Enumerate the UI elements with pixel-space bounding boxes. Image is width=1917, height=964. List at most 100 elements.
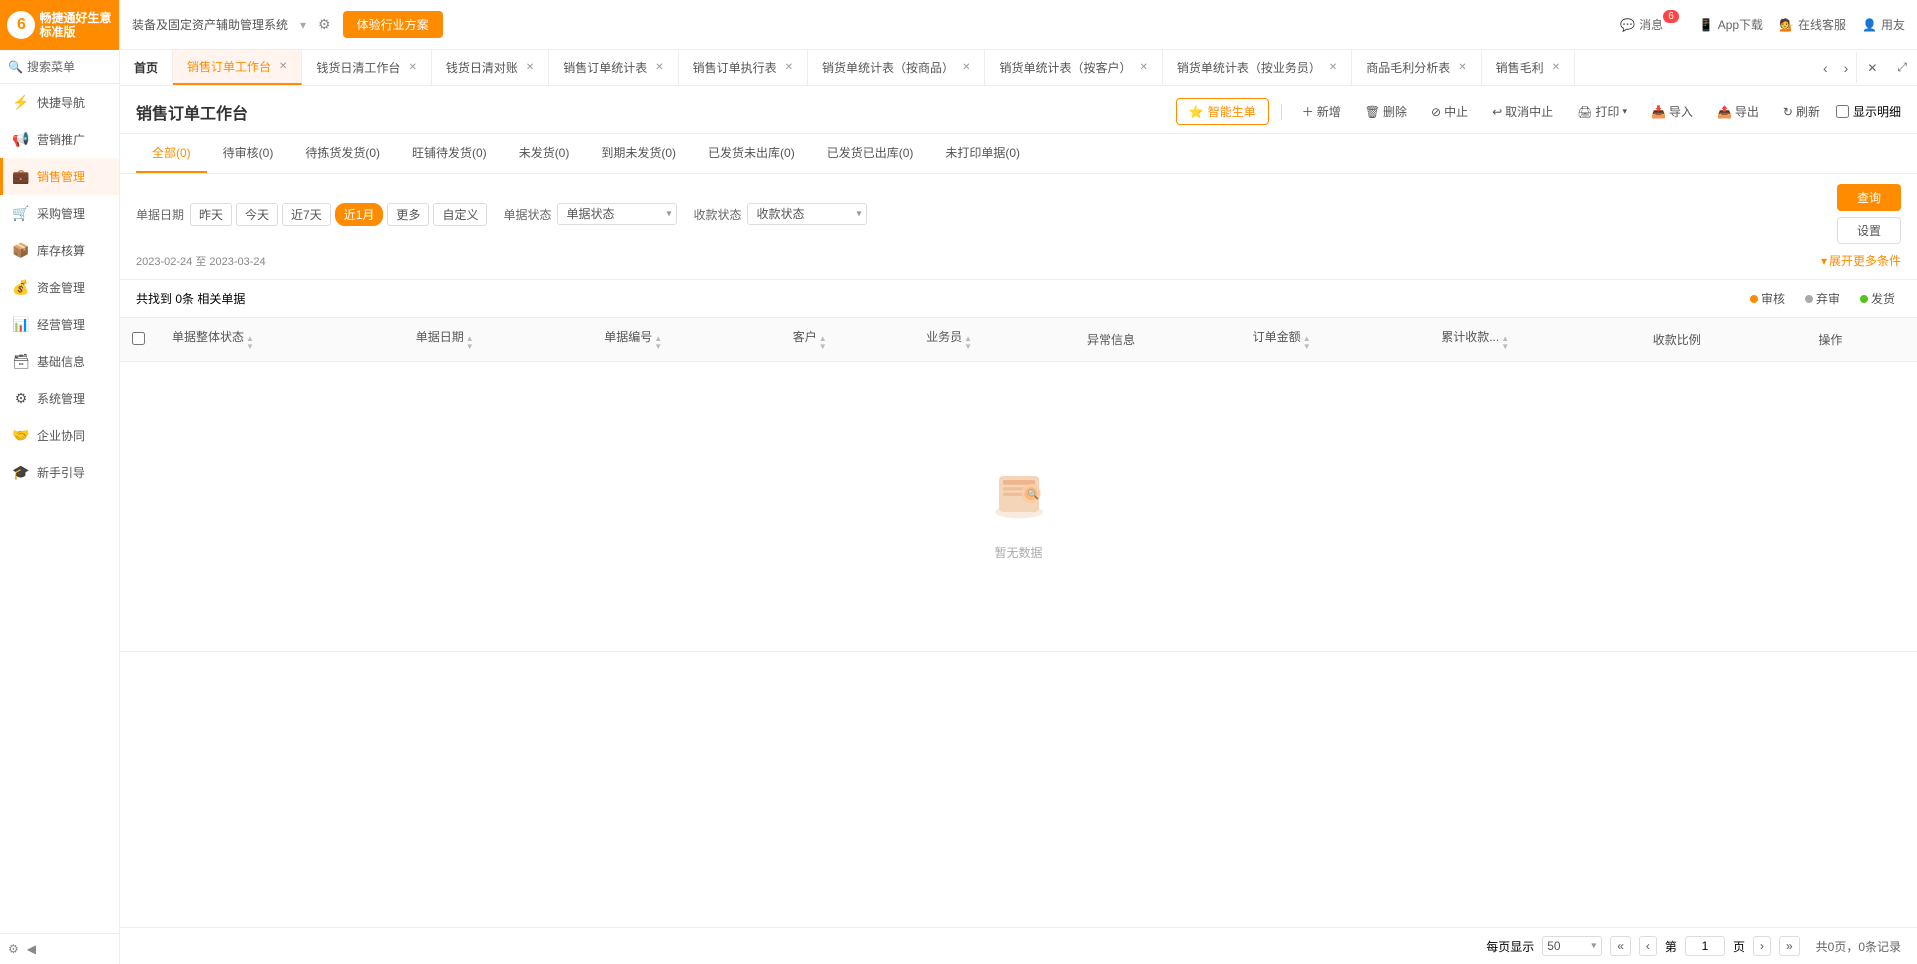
tab-close-sales-stat[interactable]: ✕: [655, 62, 663, 73]
sidebar-item-quick-nav[interactable]: ⚡快捷导航: [0, 84, 119, 121]
stop-icon: ⊘: [1431, 105, 1441, 119]
tab-sales-workbench[interactable]: 销售订单工作台✕: [173, 50, 302, 85]
col-label-col-ratio: 收款比例: [1653, 333, 1701, 347]
tab-close-cash-reconcile[interactable]: ✕: [526, 62, 534, 73]
filter-tab-wangpu-pending[interactable]: 旺铺待发货(0): [396, 134, 503, 173]
tab-sales-exec[interactable]: 销售订单执行表✕: [679, 50, 808, 85]
tab-close-sales-workbench[interactable]: ✕: [279, 61, 287, 72]
tab-close-sales-by-staff[interactable]: ✕: [1329, 62, 1337, 73]
next-page-btn[interactable]: ›: [1753, 936, 1771, 956]
tab-close-cash-clearing[interactable]: ✕: [408, 62, 416, 73]
tab-close-sales-by-product[interactable]: ✕: [962, 62, 970, 73]
date-btn-today[interactable]: 今天: [236, 203, 278, 226]
filter-tab-not-printed[interactable]: 未打印单据(0): [929, 134, 1036, 173]
per-page-select-wrapper: 50 10 20 100: [1542, 936, 1602, 956]
collapse-icon[interactable]: ◀: [27, 942, 36, 956]
per-page-select[interactable]: 50 10 20 100: [1542, 936, 1602, 956]
sidebar-item-operations[interactable]: 📊经营管理: [0, 306, 119, 343]
filter-tab-pending-inspect[interactable]: 待拣货发货(0): [289, 134, 396, 173]
date-btn-recent7[interactable]: 近7天: [282, 203, 331, 226]
add-btn[interactable]: ＋ 新增: [1294, 99, 1349, 124]
message-btn[interactable]: 💬消息 6: [1620, 16, 1683, 33]
last-page-btn[interactable]: »: [1779, 936, 1800, 956]
col-header-col-collected[interactable]: 累计收款...▲▼: [1429, 318, 1641, 362]
print-btn[interactable]: 🖨 打印 ▾: [1569, 99, 1635, 124]
app-download-btn[interactable]: 📱 App下载: [1699, 16, 1763, 33]
pay-status-select[interactable]: 收款状态: [747, 203, 867, 225]
sidebar-item-purchase[interactable]: 🛒采购管理: [0, 195, 119, 232]
date-btn-recent1m[interactable]: 近1月: [335, 203, 384, 226]
expand-btn[interactable]: ▾ 展开更多条件: [1821, 252, 1901, 269]
show-detail-checkbox[interactable]: 显示明细: [1836, 103, 1901, 120]
show-detail-input[interactable]: [1836, 105, 1849, 118]
filter-tab-shipped-not-out[interactable]: 已发货未出库(0): [692, 134, 811, 173]
col-label-col-ops: 操作: [1818, 333, 1842, 347]
date-btn-custom[interactable]: 自定义: [433, 203, 487, 226]
settings-icon[interactable]: ⚙: [8, 942, 19, 956]
refresh-btn[interactable]: ↻ 刷新: [1775, 99, 1828, 124]
filter-tab-all[interactable]: 全部(0): [136, 134, 207, 173]
gear-icon[interactable]: ⚙: [318, 16, 331, 33]
sidebar-item-guide[interactable]: 🎓新手引导: [0, 454, 119, 491]
date-btn-yesterday[interactable]: 昨天: [190, 203, 232, 226]
col-header-col-date[interactable]: 单据日期▲▼: [404, 318, 593, 362]
col-header-col-number[interactable]: 单据编号▲▼: [592, 318, 781, 362]
online-service-btn[interactable]: 💁 在线客服: [1779, 16, 1846, 33]
cancel-stop-btn[interactable]: ↩ 取消中止: [1484, 99, 1561, 124]
tab-close-sales-exec[interactable]: ✕: [785, 62, 793, 73]
tab-sales-profit[interactable]: 销售毛利✕: [1482, 50, 1575, 85]
tab-cash-reconcile[interactable]: 钱货日清对账✕: [432, 50, 549, 85]
col-label-col-number: 单据编号: [604, 330, 652, 344]
sidebar-item-inventory[interactable]: 📦库存核算: [0, 232, 119, 269]
col-header-col-customer[interactable]: 客户▲▼: [781, 318, 914, 362]
smart-generate-btn[interactable]: ⭐ 智能生单: [1176, 98, 1269, 125]
tab-margin-analysis[interactable]: 商品毛利分析表✕: [1352, 50, 1481, 85]
tab-sales-by-product[interactable]: 销货单统计表（按商品）✕: [808, 50, 985, 85]
review-btn[interactable]: 审核: [1744, 288, 1791, 309]
select-all-checkbox[interactable]: [132, 332, 145, 345]
filter-tab-not-shipped[interactable]: 未发货(0): [503, 134, 586, 173]
filter-tab-shipped-out[interactable]: 已发货已出库(0): [811, 134, 930, 173]
tab-sales-by-staff[interactable]: 销货单统计表（按业务员）✕: [1163, 50, 1352, 85]
filter-tab-label-not-shipped: 未发货(0): [519, 146, 570, 160]
tab-close-sales-profit[interactable]: ✕: [1552, 62, 1560, 73]
industry-btn[interactable]: 体验行业方案: [343, 11, 443, 38]
tab-scroll-left[interactable]: ‹: [1815, 60, 1836, 76]
query-btn[interactable]: 查询: [1837, 184, 1901, 211]
sidebar-item-marketing[interactable]: 📢营销推广: [0, 121, 119, 158]
page-input[interactable]: [1685, 936, 1725, 956]
col-header-col-staff[interactable]: 业务员▲▼: [914, 318, 1075, 362]
delete-btn[interactable]: 🗑 删除: [1357, 99, 1415, 124]
col-header-col-status[interactable]: 单据整体状态▲▼: [160, 318, 404, 362]
tab-fullscreen[interactable]: ⤢: [1887, 52, 1917, 83]
tab-home[interactable]: 首页: [120, 50, 173, 85]
status-select[interactable]: 单据状态: [557, 203, 677, 225]
tab-close-sales-by-customer[interactable]: ✕: [1139, 62, 1147, 73]
prev-page-btn[interactable]: ‹: [1639, 936, 1657, 956]
filter-tab-pending-review[interactable]: 待审核(0): [207, 134, 290, 173]
date-btn-more[interactable]: 更多: [387, 203, 429, 226]
cancel-review-btn[interactable]: 弃审: [1799, 288, 1846, 309]
sidebar-search[interactable]: 🔍 搜索菜单: [0, 50, 119, 84]
col-header-col-amount[interactable]: 订单金额▲▼: [1241, 318, 1430, 362]
sort-icon-col-collected: ▲▼: [1501, 335, 1509, 351]
set-btn[interactable]: 设置: [1837, 217, 1901, 244]
sidebar-item-finance[interactable]: 💰资金管理: [0, 269, 119, 306]
sidebar-item-basic[interactable]: 🗃基础信息: [0, 343, 119, 380]
tab-sales-by-customer[interactable]: 销货单统计表（按客户）✕: [985, 50, 1162, 85]
tab-close-all[interactable]: ✕: [1857, 53, 1887, 83]
sidebar-item-system[interactable]: ⚙系统管理: [0, 380, 119, 417]
tab-scroll-right[interactable]: ›: [1836, 60, 1857, 76]
filter-tab-overdue-not-shipped[interactable]: 到期未发货(0): [585, 134, 692, 173]
export-btn[interactable]: 📤 导出: [1709, 99, 1767, 124]
sidebar-item-sales[interactable]: 💼销售管理: [0, 158, 119, 195]
stop-btn[interactable]: ⊘ 中止: [1423, 99, 1476, 124]
import-btn[interactable]: 📥 导入: [1643, 99, 1701, 124]
user-btn[interactable]: 👤 用友: [1862, 16, 1905, 33]
first-page-btn[interactable]: «: [1610, 936, 1631, 956]
sidebar-item-enterprise[interactable]: 🤝企业协同: [0, 417, 119, 454]
tab-close-margin-analysis[interactable]: ✕: [1458, 62, 1466, 73]
ship-btn[interactable]: 发货: [1854, 288, 1901, 309]
tab-sales-stat[interactable]: 销售订单统计表✕: [549, 50, 678, 85]
tab-cash-clearing[interactable]: 钱货日清工作台✕: [302, 50, 431, 85]
